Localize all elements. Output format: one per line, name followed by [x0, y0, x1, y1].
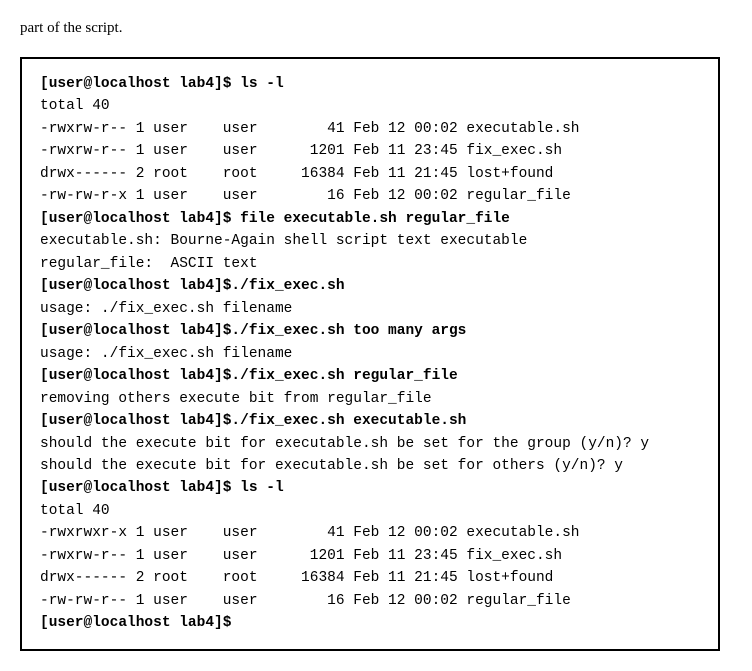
terminal-output-line: drwx------ 2 root root 16384 Feb 11 21:4…	[40, 163, 700, 185]
terminal-output-line: drwx------ 2 root root 16384 Feb 11 21:4…	[40, 567, 700, 589]
terminal-output-line: total 40	[40, 500, 700, 522]
terminal-output-line: usage: ./fix_exec.sh filename	[40, 343, 700, 365]
terminal-output-line: should the execute bit for executable.sh…	[40, 433, 700, 455]
terminal-output-line: -rwxrw-r-- 1 user user 1201 Feb 11 23:45…	[40, 140, 700, 162]
terminal-output-line: should the execute bit for executable.sh…	[40, 455, 700, 477]
terminal-prompt-line: [user@localhost lab4]$./fix_exec.sh	[40, 275, 700, 297]
terminal-prompt-line: [user@localhost lab4]$./fix_exec.sh exec…	[40, 410, 700, 432]
terminal-prompt-line: [user@localhost lab4]$	[40, 612, 700, 634]
terminal-output-line: -rw-rw-r-- 1 user user 16 Feb 12 00:02 r…	[40, 590, 700, 612]
terminal-lines: [user@localhost lab4]$ ls -ltotal 40-rwx…	[40, 73, 700, 635]
terminal-prompt-line: [user@localhost lab4]$ ls -l	[40, 477, 700, 499]
terminal-prompt-line: [user@localhost lab4]$./fix_exec.sh too …	[40, 320, 700, 342]
header-fragment: part of the script.	[20, 20, 732, 37]
terminal-output-line: -rwxrwxr-x 1 user user 41 Feb 12 00:02 e…	[40, 522, 700, 544]
terminal-output-line: removing others execute bit from regular…	[40, 388, 700, 410]
terminal-transcript-box: [user@localhost lab4]$ ls -ltotal 40-rwx…	[20, 57, 720, 651]
terminal-prompt-line: [user@localhost lab4]$./fix_exec.sh regu…	[40, 365, 700, 387]
terminal-prompt-line: [user@localhost lab4]$ file executable.s…	[40, 208, 700, 230]
terminal-output-line: -rw-rw-r-x 1 user user 16 Feb 12 00:02 r…	[40, 185, 700, 207]
terminal-prompt-line: [user@localhost lab4]$ ls -l	[40, 73, 700, 95]
terminal-output-line: executable.sh: Bourne-Again shell script…	[40, 230, 700, 252]
terminal-output-line: -rwxrw-r-- 1 user user 41 Feb 12 00:02 e…	[40, 118, 700, 140]
terminal-output-line: total 40	[40, 95, 700, 117]
terminal-output-line: -rwxrw-r-- 1 user user 1201 Feb 11 23:45…	[40, 545, 700, 567]
terminal-output-line: regular_file: ASCII text	[40, 253, 700, 275]
terminal-output-line: usage: ./fix_exec.sh filename	[40, 298, 700, 320]
